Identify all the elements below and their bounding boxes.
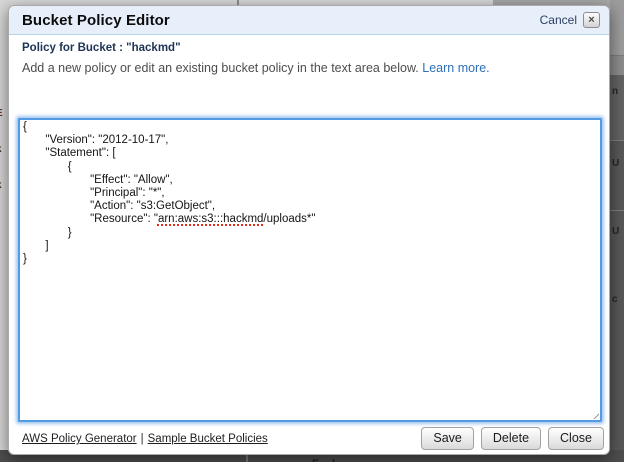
close-button[interactable]: Close	[548, 427, 604, 450]
bucket-policy-editor-dialog: Bucket Policy Editor Cancel × Policy for…	[8, 5, 610, 455]
background-text-fragment: E	[0, 108, 3, 119]
save-button[interactable]: Save	[421, 427, 474, 450]
policy-editor[interactable]: { "Version": "2012-10-17", "Statement": …	[18, 118, 602, 422]
footer-buttons: Save Delete Close	[421, 427, 604, 450]
background-text-fragment: c	[612, 294, 618, 305]
dialog-header-actions: Cancel ×	[540, 12, 609, 28]
background-page-right: n U U c	[610, 0, 624, 462]
background-row-divider	[610, 55, 624, 56]
aws-policy-generator-link[interactable]: AWS Policy Generator	[22, 433, 137, 445]
background-text-fragment: n	[612, 86, 618, 97]
description-text: Add a new policy or edit an existing buc…	[22, 61, 419, 75]
learn-more-link[interactable]: Learn more.	[422, 61, 489, 75]
resize-grip-icon[interactable]	[589, 409, 599, 419]
link-separator: |	[137, 433, 148, 445]
close-icon[interactable]: ×	[583, 12, 600, 28]
background-text-fragment: k	[0, 144, 2, 155]
dialog-header: Bucket Policy Editor Cancel ×	[9, 6, 609, 35]
background-text-fragment: U	[612, 158, 619, 169]
policy-for-bucket-heading: Policy for Bucket : "hackmd"	[22, 42, 181, 54]
dialog-description: Add a new policy or edit an existing buc…	[22, 61, 490, 75]
background-text-fragment: k	[0, 180, 2, 191]
footer-links: AWS Policy Generator|Sample Bucket Polic…	[22, 433, 268, 445]
sample-bucket-policies-link[interactable]: Sample Bucket Policies	[148, 433, 268, 445]
background-row-divider	[610, 210, 624, 211]
delete-button[interactable]: Delete	[481, 427, 541, 450]
background-row-divider	[610, 140, 624, 141]
policy-json-text: { "Version": "2012-10-17", "Statement": …	[20, 120, 600, 266]
background-text-fragment: U	[612, 226, 619, 237]
dialog-title: Bucket Policy Editor	[9, 12, 170, 29]
background-text-fragment: F	[312, 458, 319, 462]
cancel-link[interactable]: Cancel	[540, 13, 577, 27]
background-text-fragment: l	[332, 458, 335, 462]
